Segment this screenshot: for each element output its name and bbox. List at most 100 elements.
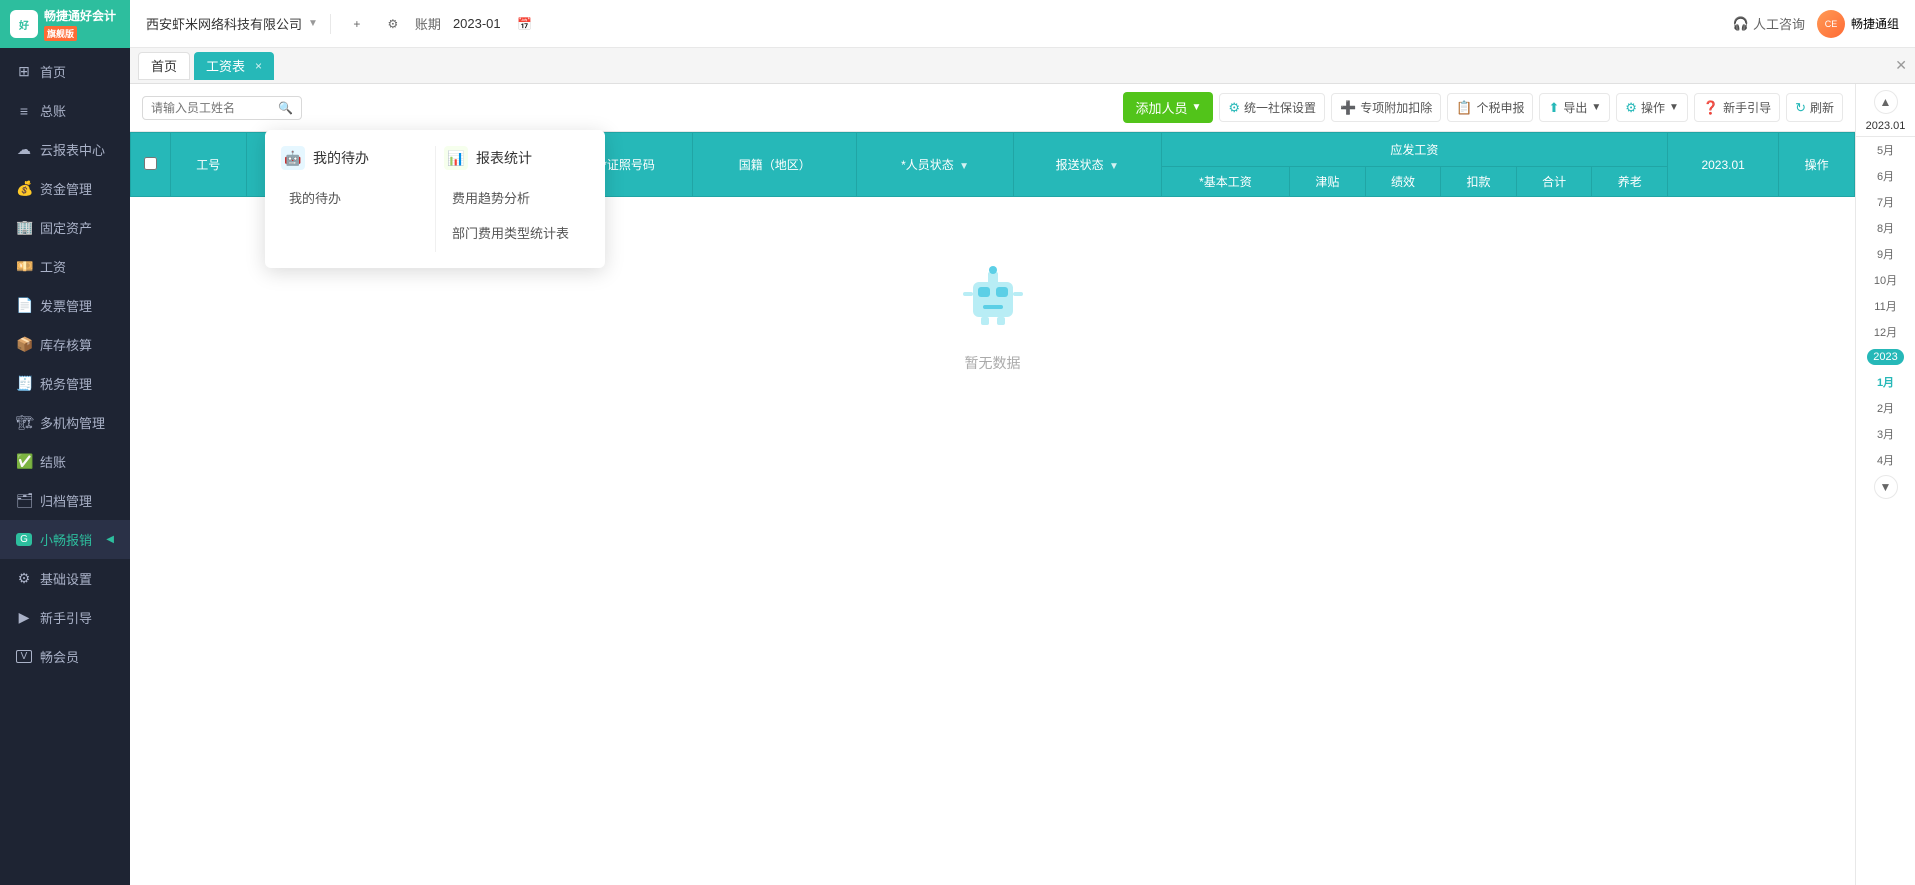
timeline-9month[interactable]: 9月 xyxy=(1856,241,1915,267)
select-all-checkbox[interactable] xyxy=(144,157,157,170)
fixed-assets-icon: 🏢 xyxy=(16,219,32,236)
timeline-6month[interactable]: 6月 xyxy=(1856,163,1915,189)
tabbar: 首页 工资表 × ✕ xyxy=(130,48,1915,84)
sidebar-item-member[interactable]: V 畅会员 xyxy=(0,637,130,676)
sidebar-item-label: 总账 xyxy=(40,101,66,120)
tab-close-all[interactable]: ✕ xyxy=(1895,57,1907,74)
topbar: 西安虾米网络科技有限公司 ▼ + ⚙ 账期 2023-01 📅 🎧 人工咨询 C… xyxy=(130,0,1915,48)
settings-icon: ⚙ xyxy=(16,570,32,587)
sidebar-item-salary[interactable]: 💴 工资 xyxy=(0,247,130,286)
th-salary-group: 应发工资 xyxy=(1161,133,1667,167)
sidebar-item-label: 工资 xyxy=(40,257,66,276)
sidebar-item-inventory[interactable]: 📦 库存核算 xyxy=(0,325,130,364)
add-person-button[interactable]: 添加人员 ▼ xyxy=(1123,92,1213,123)
timeline-10month[interactable]: 10月 xyxy=(1856,267,1915,293)
new-guide-button[interactable]: ❓ 新手引导 xyxy=(1694,93,1780,122)
home-icon: ⊞ xyxy=(16,63,32,80)
special-deduct-icon: ➕ xyxy=(1340,100,1356,116)
main-content: 西安虾米网络科技有限公司 ▼ + ⚙ 账期 2023-01 📅 🎧 人工咨询 C… xyxy=(130,0,1915,885)
tab-close-icon[interactable]: × xyxy=(255,59,262,73)
sidebar-item-label: 归档管理 xyxy=(40,491,92,510)
popup-grid: 🤖 我的待办 我的待办 📊 报表统计 费用趋势分析 部门费用类型统计表 xyxy=(281,146,589,252)
robot-illustration xyxy=(953,257,1033,337)
th-report-status[interactable]: 报送状态 ▼ xyxy=(1013,133,1161,197)
sidebar-item-new-guide[interactable]: ▶ 新手引导 xyxy=(0,598,130,637)
sidebar-item-archive[interactable]: 🗂 归档管理 xyxy=(0,481,130,520)
settings-button[interactable]: ⚙ xyxy=(379,10,407,38)
sidebar-item-tax[interactable]: 🧾 税务管理 xyxy=(0,364,130,403)
sidebar-item-cloud-report[interactable]: ☁ 云报表中心 xyxy=(0,130,130,169)
special-deduct-button[interactable]: ➕ 专项附加扣除 xyxy=(1331,93,1441,122)
refresh-icon: ↻ xyxy=(1795,100,1806,116)
sidebar-item-multi-org[interactable]: 🏗 多机构管理 xyxy=(0,403,130,442)
timeline-12month[interactable]: 12月 xyxy=(1856,319,1915,345)
popup-item-dept-expense[interactable]: 部门费用类型统计表 xyxy=(444,217,589,248)
timeline-5month[interactable]: 5月 xyxy=(1856,137,1915,163)
th-checkbox[interactable] xyxy=(131,133,171,197)
individual-tax-button[interactable]: 📋 个税申报 xyxy=(1447,93,1533,122)
sidebar-item-ledger[interactable]: ≡ 总账 xyxy=(0,91,130,130)
export-dropdown-icon: ▼ xyxy=(1591,102,1601,113)
refresh-button[interactable]: ↻ 刷新 xyxy=(1786,93,1843,122)
sidebar-item-label: 首页 xyxy=(40,62,66,81)
th-bonus: 绩效 xyxy=(1365,167,1441,197)
timeline-1month[interactable]: 1月 xyxy=(1856,369,1915,395)
sidebar-item-label: 新手引导 xyxy=(40,608,92,627)
sidebar-item-label: 库存核算 xyxy=(40,335,92,354)
multi-org-icon: 🏗 xyxy=(16,414,32,431)
calendar-icon: 📅 xyxy=(517,17,532,31)
sidebar-item-label: 畅会员 xyxy=(40,647,79,666)
sidebar-item-home[interactable]: ⊞ 首页 xyxy=(0,52,130,91)
popup-item-expense-trend[interactable]: 费用趋势分析 xyxy=(444,182,589,213)
popup-right-section: 📊 报表统计 费用趋势分析 部门费用类型统计表 xyxy=(435,146,589,252)
add-person-label: 添加人员 xyxy=(1135,98,1187,117)
support-link[interactable]: 🎧 人工咨询 xyxy=(1733,14,1805,33)
sidebar: 好 畅捷通好会计 旗舰版 ⊞ 首页 ≡ 总账 ☁ 云报表中心 💰 资金管理 🏢 … xyxy=(0,0,130,885)
topbar-divider xyxy=(330,14,331,34)
fund-icon: 💰 xyxy=(16,180,32,197)
timeline-8month[interactable]: 8月 xyxy=(1856,215,1915,241)
social-security-button[interactable]: ⚙ 统一社保设置 xyxy=(1219,93,1325,122)
sidebar-item-invoice[interactable]: 📄 发票管理 xyxy=(0,286,130,325)
logo-icon: 好 xyxy=(10,10,38,38)
export-button[interactable]: ⬆ 导出 ▼ xyxy=(1539,93,1610,122)
search-wrap[interactable]: 🔍 xyxy=(142,96,302,120)
sidebar-item-label: 云报表中心 xyxy=(40,140,105,159)
guide-icon: ▶ xyxy=(16,609,32,626)
operations-button[interactable]: ⚙ 操作 ▼ xyxy=(1616,93,1688,122)
sidebar-item-basic-settings[interactable]: ⚙ 基础设置 xyxy=(0,559,130,598)
company-chevron-icon: ▼ xyxy=(308,18,318,29)
sidebar-item-fund[interactable]: 💰 资金管理 xyxy=(0,169,130,208)
add-person-dropdown-arrow: ▼ xyxy=(1191,102,1201,113)
th-person-status[interactable]: *人员状态 ▼ xyxy=(857,133,1013,197)
timeline-4month[interactable]: 4月 xyxy=(1856,447,1915,473)
individual-tax-icon: 📋 xyxy=(1456,100,1472,116)
period-value: 2023-01 xyxy=(453,16,501,31)
sidebar-item-settle[interactable]: ✅ 结账 xyxy=(0,442,130,481)
timeline-7month[interactable]: 7月 xyxy=(1856,189,1915,215)
th-pension: 养老 xyxy=(1592,167,1668,197)
sidebar-item-label: 税务管理 xyxy=(40,374,92,393)
headset-icon: 🎧 xyxy=(1733,16,1749,32)
tab-salary-table[interactable]: 工资表 × xyxy=(194,52,274,80)
social-security-icon: ⚙ xyxy=(1228,100,1240,116)
timeline-11month[interactable]: 11月 xyxy=(1856,293,1915,319)
calendar-icon-button[interactable]: 📅 xyxy=(511,10,539,38)
xiaochang-icon: G xyxy=(16,533,32,546)
timeline-up-button[interactable]: ▲ xyxy=(1874,90,1898,114)
timeline-down-button[interactable]: ▼ xyxy=(1874,475,1898,499)
user-info[interactable]: CE 畅捷通组 xyxy=(1817,10,1899,38)
popup-left-header: 🤖 我的待办 xyxy=(281,146,435,170)
sidebar-item-fixed-assets[interactable]: 🏢 固定资产 xyxy=(0,208,130,247)
tab-home[interactable]: 首页 xyxy=(138,52,190,80)
company-selector[interactable]: 西安虾米网络科技有限公司 ▼ xyxy=(146,14,318,33)
timeline-3month[interactable]: 3月 xyxy=(1856,421,1915,447)
sidebar-item-xiaochang[interactable]: G 小畅报销 ◀ xyxy=(0,520,130,559)
popup-left-icon: 🤖 xyxy=(281,146,305,170)
search-input[interactable] xyxy=(151,101,274,115)
add-company-button[interactable]: + xyxy=(343,10,371,38)
avatar: CE xyxy=(1817,10,1845,38)
timeline-2month[interactable]: 2月 xyxy=(1856,395,1915,421)
popup-item-my-pending[interactable]: 我的待办 xyxy=(281,182,435,213)
tab-salary-label: 工资表 xyxy=(206,56,245,75)
